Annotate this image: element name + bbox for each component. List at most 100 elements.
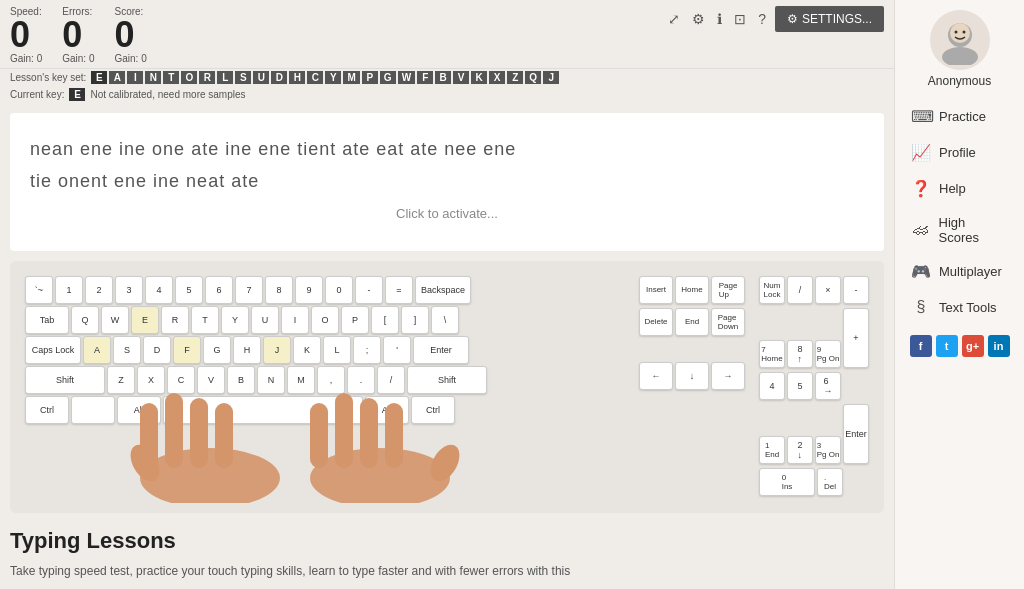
key-y[interactable]: Y bbox=[221, 306, 249, 334]
practice-area[interactable]: nean ene ine one ate ine ene tient ate e… bbox=[10, 113, 884, 251]
key-right[interactable]: → bbox=[711, 362, 745, 390]
key-2[interactable]: 2 bbox=[85, 276, 113, 304]
key-num-mult[interactable]: × bbox=[815, 276, 841, 304]
key-b[interactable]: B bbox=[227, 366, 255, 394]
key-backspace[interactable]: Backspace bbox=[415, 276, 471, 304]
key-8[interactable]: 8 bbox=[265, 276, 293, 304]
key-num3[interactable]: 3Pg On bbox=[815, 436, 841, 464]
key-g[interactable]: G bbox=[203, 336, 231, 364]
sidebar-item-text-tools[interactable]: § Text Tools bbox=[899, 290, 1020, 324]
text-format-icon[interactable]: ℹ bbox=[714, 9, 725, 29]
key-x[interactable]: X bbox=[137, 366, 165, 394]
key-numdel[interactable]: .Del bbox=[817, 468, 843, 496]
key-5[interactable]: 5 bbox=[175, 276, 203, 304]
key-space[interactable] bbox=[163, 396, 363, 424]
key-left[interactable]: ← bbox=[639, 362, 673, 390]
key-num-slash[interactable]: / bbox=[787, 276, 813, 304]
key-num9[interactable]: 9Pg On bbox=[815, 340, 841, 368]
key-c[interactable]: C bbox=[167, 366, 195, 394]
key-n[interactable]: N bbox=[257, 366, 285, 394]
key-enter[interactable]: Enter bbox=[413, 336, 469, 364]
key-insert[interactable]: Insert bbox=[639, 276, 673, 304]
key-rctrl[interactable]: Ctrl bbox=[411, 396, 455, 424]
key-num7[interactable]: 7Home bbox=[759, 340, 785, 368]
key-lshift[interactable]: Shift bbox=[25, 366, 105, 394]
key-delete[interactable]: Delete bbox=[639, 308, 673, 336]
key-k[interactable]: K bbox=[293, 336, 321, 364]
key-home[interactable]: Home bbox=[675, 276, 709, 304]
sidebar-item-practice[interactable]: ⌨ Practice bbox=[899, 99, 1020, 134]
help-circle-icon[interactable]: ? bbox=[755, 9, 769, 29]
key-u[interactable]: U bbox=[251, 306, 279, 334]
key-7[interactable]: 7 bbox=[235, 276, 263, 304]
key-equals[interactable]: = bbox=[385, 276, 413, 304]
key-semicolon[interactable]: ; bbox=[353, 336, 381, 364]
sidebar-item-high-scores[interactable]: 🏎 High Scores bbox=[899, 207, 1020, 253]
key-num-plus[interactable]: + bbox=[843, 308, 869, 368]
key-0[interactable]: 0 bbox=[325, 276, 353, 304]
key-i[interactable]: I bbox=[281, 306, 309, 334]
sidebar-item-help[interactable]: ❓ Help bbox=[899, 171, 1020, 206]
key-num-minus[interactable]: - bbox=[843, 276, 869, 304]
key-pagedown[interactable]: PageDown bbox=[711, 308, 745, 336]
key-pageup[interactable]: PageUp bbox=[711, 276, 745, 304]
key-t[interactable]: T bbox=[191, 306, 219, 334]
linkedin-icon[interactable]: in bbox=[988, 335, 1010, 357]
settings-button[interactable]: ⚙ SETTINGS... bbox=[775, 6, 884, 32]
key-lalt[interactable]: Alt bbox=[117, 396, 161, 424]
key-ralt[interactable]: Alt bbox=[365, 396, 409, 424]
key-num1[interactable]: 1End bbox=[759, 436, 785, 464]
key-1[interactable]: 1 bbox=[55, 276, 83, 304]
googleplus-icon[interactable]: g+ bbox=[962, 335, 984, 357]
sidebar-item-multiplayer[interactable]: 🎮 Multiplayer bbox=[899, 254, 1020, 289]
key-backslash[interactable]: \ bbox=[431, 306, 459, 334]
key-m[interactable]: M bbox=[287, 366, 315, 394]
key-tab[interactable]: Tab bbox=[25, 306, 69, 334]
key-rshift[interactable]: Shift bbox=[407, 366, 487, 394]
facebook-icon[interactable]: f bbox=[910, 335, 932, 357]
key-o[interactable]: O bbox=[311, 306, 339, 334]
key-comma[interactable]: , bbox=[317, 366, 345, 394]
resize-icon[interactable]: ⊡ bbox=[731, 9, 749, 29]
key-q[interactable]: Q bbox=[71, 306, 99, 334]
click-to-activate[interactable]: Click to activate... bbox=[30, 206, 864, 221]
key-f[interactable]: F bbox=[173, 336, 201, 364]
key-numlock[interactable]: NumLock bbox=[759, 276, 785, 304]
key-backtick[interactable]: `~ bbox=[25, 276, 53, 304]
key-lbracket[interactable]: [ bbox=[371, 306, 399, 334]
key-num0[interactable]: 0Ins bbox=[759, 468, 815, 496]
key-w[interactable]: W bbox=[101, 306, 129, 334]
key-minus[interactable]: - bbox=[355, 276, 383, 304]
key-s[interactable]: S bbox=[113, 336, 141, 364]
key-num6[interactable]: 6→ bbox=[815, 372, 841, 400]
key-3[interactable]: 3 bbox=[115, 276, 143, 304]
key-h[interactable]: H bbox=[233, 336, 261, 364]
key-rbracket[interactable]: ] bbox=[401, 306, 429, 334]
sidebar-item-profile[interactable]: 📈 Profile bbox=[899, 135, 1020, 170]
key-num5[interactable]: 5 bbox=[787, 372, 813, 400]
key-e[interactable]: E bbox=[131, 306, 159, 334]
key-lctrl[interactable]: Ctrl bbox=[25, 396, 69, 424]
key-numenter[interactable]: Enter bbox=[843, 404, 869, 464]
key-lwin[interactable] bbox=[71, 396, 115, 424]
key-a[interactable]: A bbox=[83, 336, 111, 364]
key-num8[interactable]: 8↑ bbox=[787, 340, 813, 368]
key-6[interactable]: 6 bbox=[205, 276, 233, 304]
key-l[interactable]: L bbox=[323, 336, 351, 364]
key-capslock[interactable]: Caps Lock bbox=[25, 336, 81, 364]
key-v[interactable]: V bbox=[197, 366, 225, 394]
twitter-icon[interactable]: t bbox=[936, 335, 958, 357]
key-j[interactable]: J bbox=[263, 336, 291, 364]
settings-gear-icon[interactable]: ⚙ bbox=[689, 9, 708, 29]
key-9[interactable]: 9 bbox=[295, 276, 323, 304]
key-d[interactable]: D bbox=[143, 336, 171, 364]
key-end[interactable]: End bbox=[675, 308, 709, 336]
key-r[interactable]: R bbox=[161, 306, 189, 334]
key-quote[interactable]: ' bbox=[383, 336, 411, 364]
key-period[interactable]: . bbox=[347, 366, 375, 394]
key-4[interactable]: 4 bbox=[145, 276, 173, 304]
key-slash[interactable]: / bbox=[377, 366, 405, 394]
key-num4[interactable]: 4 bbox=[759, 372, 785, 400]
key-down[interactable]: ↓ bbox=[675, 362, 709, 390]
key-p[interactable]: P bbox=[341, 306, 369, 334]
